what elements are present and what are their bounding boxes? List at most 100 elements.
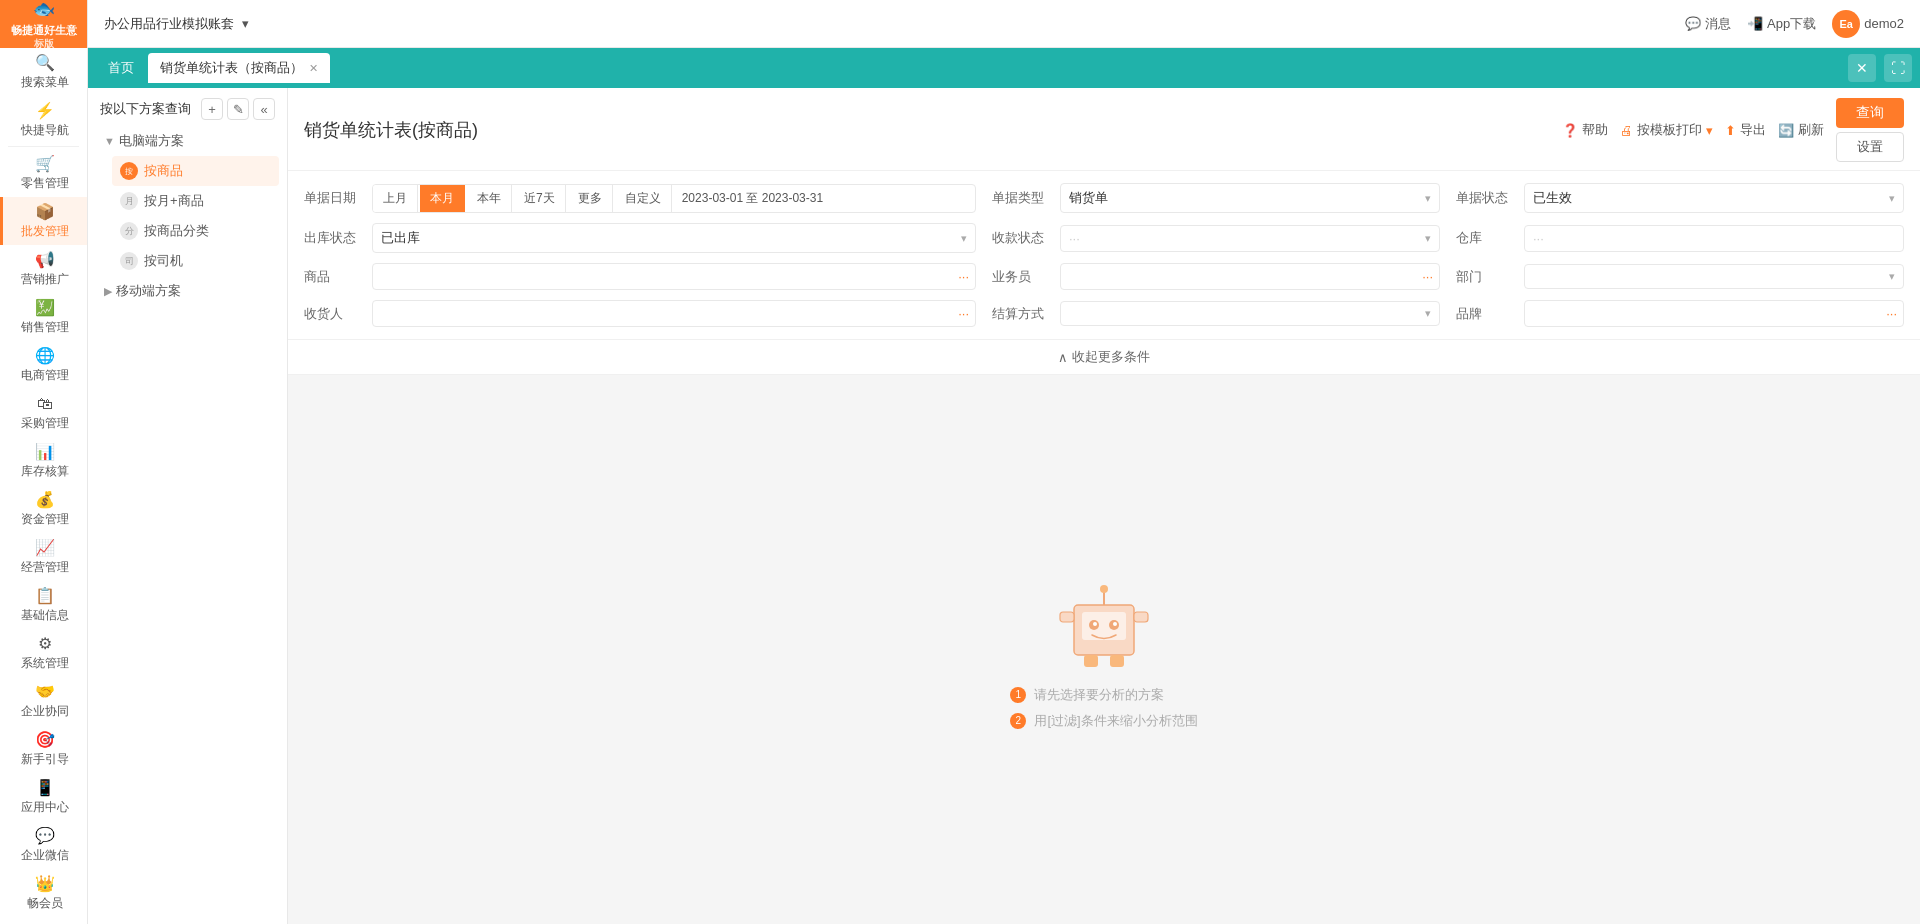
filter-payment-select[interactable]: ▾ bbox=[1060, 301, 1440, 326]
date-period-group: 上月 本月 本年 近7天 更多 自定义 2023-03-01 至 2023-03… bbox=[372, 184, 976, 213]
filter-collect-select[interactable]: ··· ▾ bbox=[1060, 225, 1440, 252]
sidebar-label-finance: 资金管理 bbox=[21, 511, 69, 528]
message-icon: 💬 bbox=[1685, 16, 1701, 31]
goods-more-btn[interactable]: ··· bbox=[952, 269, 975, 284]
period-this-month[interactable]: 本月 bbox=[420, 185, 465, 212]
sidebar-label-inventory: 库存核算 bbox=[21, 463, 69, 480]
export-link[interactable]: ⬆ 导出 bbox=[1725, 121, 1766, 139]
filter-warehouse-out-select[interactable]: 已出库 ▾ bbox=[372, 223, 976, 253]
tab-close-btn[interactable]: ✕ bbox=[1848, 54, 1876, 82]
tree-child-by-month-goods[interactable]: 月 按月+商品 bbox=[112, 186, 279, 216]
sidebar-item-sales-mgmt[interactable]: 💹 销售管理 bbox=[0, 293, 87, 341]
tab-home[interactable]: 首页 bbox=[96, 53, 146, 83]
topbar-user[interactable]: Ea demo2 bbox=[1832, 10, 1904, 38]
topbar-dropdown-arrow[interactable]: ▾ bbox=[242, 16, 249, 31]
left-panel-add-btn[interactable]: + bbox=[201, 98, 223, 120]
topbar-message[interactable]: 💬 消息 bbox=[1685, 15, 1731, 33]
logo-icon: 🐟 bbox=[33, 0, 55, 22]
tab-close-icon[interactable]: ✕ bbox=[309, 62, 318, 75]
sidebar-item-enterprise[interactable]: 🤝 企业协同 bbox=[0, 677, 87, 725]
tip-num-2: 2 bbox=[1010, 713, 1026, 729]
tab-sales-stat[interactable]: 销货单统计表（按商品） ✕ bbox=[148, 53, 330, 83]
purchase-icon: 🛍 bbox=[37, 395, 53, 413]
filter-row-2: 出库状态 已出库 ▾ 收款状态 ··· ▾ bbox=[304, 223, 1904, 253]
receiver-more-btn[interactable]: ··· bbox=[952, 306, 975, 321]
sidebar-item-app-center[interactable]: 📱 应用中心 bbox=[0, 773, 87, 821]
app-download-label: App下载 bbox=[1767, 15, 1816, 33]
period-7-days[interactable]: 近7天 bbox=[514, 185, 566, 212]
sales-person-more-btn[interactable]: ··· bbox=[1416, 269, 1439, 284]
sidebar-item-guide[interactable]: 🎯 新手引导 bbox=[0, 725, 87, 773]
help-icon: ❓ bbox=[1562, 123, 1578, 138]
sidebar-item-search[interactable]: 🔍 搜索菜单 bbox=[0, 48, 87, 96]
brand-field[interactable] bbox=[1525, 301, 1880, 326]
left-panel-edit-btn[interactable]: ✎ bbox=[227, 98, 249, 120]
filter-doc-status-select[interactable]: 已生效 ▾ bbox=[1524, 183, 1904, 213]
empty-state-illustration bbox=[1054, 570, 1154, 670]
member-icon: 👑 bbox=[35, 874, 55, 893]
inventory-icon: 📊 bbox=[35, 442, 55, 461]
sidebar-item-ecommerce[interactable]: 🌐 电商管理 bbox=[0, 341, 87, 389]
sidebar: 🐟 畅捷通好生意 标版 🔍 搜索菜单 ⚡ 快捷导航 🛒 零售管理 📦 批发管理 … bbox=[0, 0, 88, 924]
home-tab-label: 首页 bbox=[108, 59, 134, 77]
tree-parent-desktop[interactable]: ▼ 电脑端方案 bbox=[96, 126, 279, 156]
left-panel-collapse-btn[interactable]: « bbox=[253, 98, 275, 120]
left-panel-header: 按以下方案查询 + ✎ « bbox=[88, 88, 287, 126]
help-link[interactable]: ❓ 帮助 bbox=[1562, 121, 1608, 139]
collapse-row[interactable]: ∧ 收起更多条件 bbox=[288, 340, 1920, 375]
filter-doc-type-select[interactable]: 销货单 ▾ bbox=[1060, 183, 1440, 213]
sidebar-item-marketing[interactable]: 📢 营销推广 bbox=[0, 245, 87, 293]
svg-point-4 bbox=[1093, 622, 1097, 626]
sales-person-field[interactable] bbox=[1061, 264, 1416, 289]
finance-icon: 💰 bbox=[35, 490, 55, 509]
filter-warehouse-out-label: 出库状态 bbox=[304, 229, 364, 247]
filter-brand-input[interactable]: ··· bbox=[1524, 300, 1904, 327]
tree-child-icon-goods: 按 bbox=[120, 162, 138, 180]
filter-receiver-input[interactable]: ··· bbox=[372, 300, 976, 327]
date-range-text[interactable]: 2023-03-01 至 2023-03-31 bbox=[674, 185, 975, 212]
svg-rect-1 bbox=[1082, 612, 1126, 640]
settings-button[interactable]: 设置 bbox=[1836, 132, 1904, 162]
period-this-year[interactable]: 本年 bbox=[467, 185, 512, 212]
sidebar-item-wechat[interactable]: 💬 企业微信 bbox=[0, 821, 87, 869]
refresh-link[interactable]: 🔄 刷新 bbox=[1778, 121, 1824, 139]
filter-row-4: 收货人 ··· 结算方式 ▾ bbox=[304, 300, 1904, 327]
tree-child-by-goods[interactable]: 按 按商品 bbox=[112, 156, 279, 186]
topbar-right: 💬 消息 📲 App下载 Ea demo2 bbox=[1685, 10, 1904, 38]
sidebar-item-member[interactable]: 👑 畅会员 bbox=[0, 869, 87, 917]
filter-sales-person-input[interactable]: ··· bbox=[1060, 263, 1440, 290]
tip-text-1: 请先选择要分析的方案 bbox=[1034, 686, 1164, 704]
sidebar-item-quick-nav[interactable]: ⚡ 快捷导航 bbox=[0, 96, 87, 144]
filter-warehouse-select[interactable]: ··· bbox=[1524, 225, 1904, 252]
sidebar-item-inventory[interactable]: 📊 库存核算 bbox=[0, 437, 87, 485]
tree-child-by-printer[interactable]: 司 按司机 bbox=[112, 246, 279, 276]
period-more[interactable]: 更多 bbox=[568, 185, 613, 212]
receiver-field[interactable] bbox=[373, 301, 952, 326]
sidebar-item-system[interactable]: ⚙ 系统管理 bbox=[0, 629, 87, 677]
filter-department-select[interactable]: ▾ bbox=[1524, 264, 1904, 289]
tree-child-by-category[interactable]: 分 按商品分类 bbox=[112, 216, 279, 246]
sidebar-item-purchase[interactable]: 🛍 采购管理 bbox=[0, 389, 87, 437]
filter-row-3: 商品 ··· 业务员 ··· bbox=[304, 263, 1904, 290]
sidebar-item-wholesale[interactable]: 📦 批发管理 bbox=[0, 197, 87, 245]
tab-fullscreen-btn[interactable]: ⛶ bbox=[1884, 54, 1912, 82]
sidebar-label-wechat: 企业微信 bbox=[21, 847, 69, 864]
query-button[interactable]: 查询 bbox=[1836, 98, 1904, 128]
topbar-app-download[interactable]: 📲 App下载 bbox=[1747, 15, 1816, 33]
brand-more-btn[interactable]: ··· bbox=[1880, 306, 1903, 321]
sidebar-item-retail[interactable]: 🛒 零售管理 bbox=[0, 149, 87, 197]
sidebar-item-operations[interactable]: 📈 经营管理 bbox=[0, 533, 87, 581]
print-link[interactable]: 🖨 按模板打印 ▾ bbox=[1620, 121, 1713, 139]
empty-tip-1: 1 请先选择要分析的方案 bbox=[1010, 686, 1197, 704]
filter-goods-input[interactable]: ··· bbox=[372, 263, 976, 290]
tree-parent-mobile[interactable]: ▶ 移动端方案 bbox=[96, 276, 279, 306]
goods-search-field[interactable] bbox=[373, 264, 952, 289]
svg-point-7 bbox=[1100, 585, 1108, 593]
empty-text: 1 请先选择要分析的方案 2 用[过滤]条件来缩小分析范围 bbox=[1010, 686, 1197, 730]
filter-payment-item: 结算方式 ▾ bbox=[992, 301, 1440, 326]
period-last-month[interactable]: 上月 bbox=[373, 185, 418, 212]
filter-warehouse-out-item: 出库状态 已出库 ▾ bbox=[304, 223, 976, 253]
sidebar-item-finance[interactable]: 💰 资金管理 bbox=[0, 485, 87, 533]
period-custom[interactable]: 自定义 bbox=[615, 185, 672, 212]
sidebar-item-basic-info[interactable]: 📋 基础信息 bbox=[0, 581, 87, 629]
